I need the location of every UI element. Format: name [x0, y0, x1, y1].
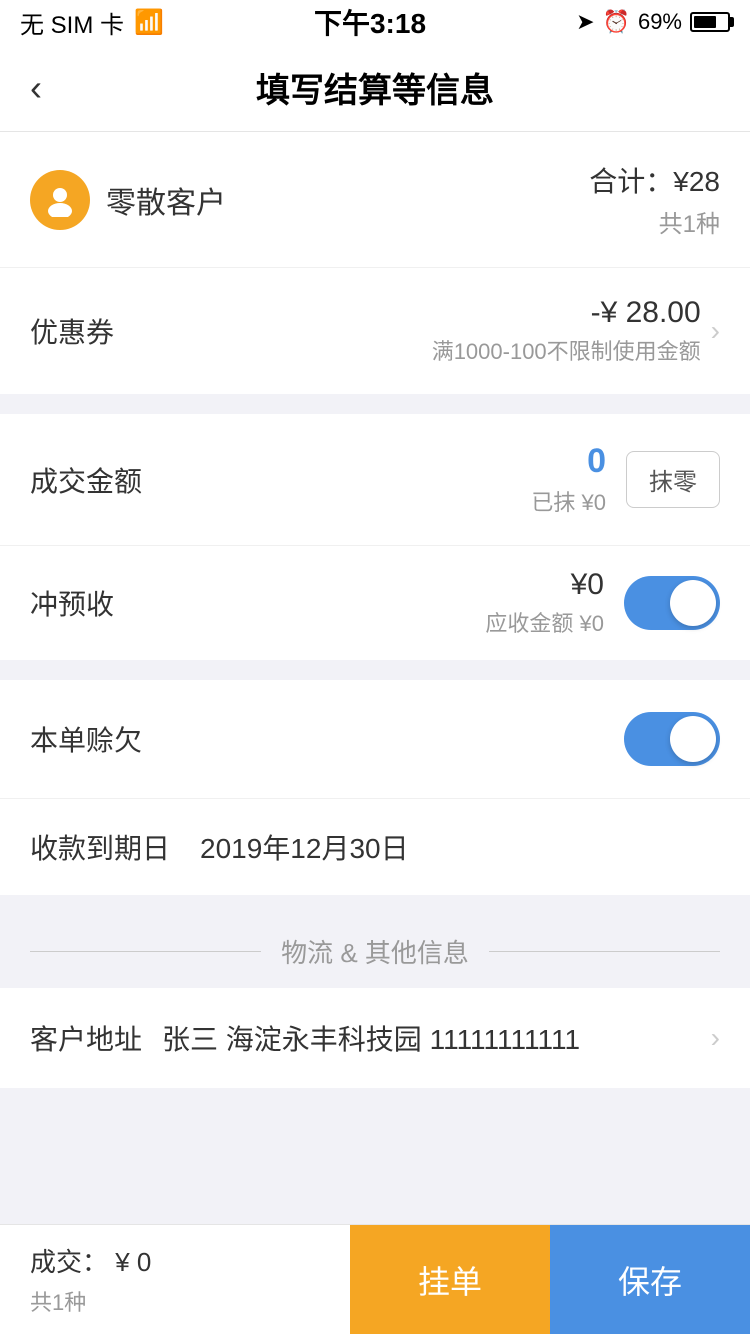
deal-prefix: 成交： [30, 1247, 108, 1277]
bottom-bar: 成交： ¥ 0 共1种 挂单 保存 [0, 1224, 750, 1334]
content-area: 零散客户 合计：¥28 共1种 优惠券 -¥ 28.00 满1000-100不限… [0, 132, 750, 1208]
transaction-right: 0 已抹 ¥0 抹零 [531, 442, 720, 517]
debt-section: 本单赊欠 收款到期日 2019年12月30日 [0, 680, 750, 895]
address-section: 客户地址 张三 海淀永丰科技园 11111111111 › [0, 988, 750, 1088]
battery-fill [694, 16, 716, 28]
page-title: 填写结算等信息 [256, 63, 494, 112]
customer-row: 零散客户 合计：¥28 共1种 [0, 132, 750, 268]
prepay-info: ¥0 应收金额 ¥0 [485, 568, 604, 638]
coupon-description: 满1000-100不限制使用金额 [432, 334, 701, 366]
logistics-line-right [489, 951, 720, 952]
logistics-label: 物流 & 其他信息 [261, 933, 489, 970]
divider-1 [0, 394, 750, 414]
transaction-label: 成交金额 [30, 460, 142, 500]
bottom-count: 共1种 [30, 1285, 320, 1317]
wifi-icon: 📶 [134, 8, 164, 37]
address-label: 客户地址 [30, 1018, 142, 1058]
address-row[interactable]: 客户地址 张三 海淀永丰科技园 11111111111 › [0, 988, 750, 1088]
battery-icon [690, 12, 730, 32]
logistics-divider [0, 895, 750, 915]
transaction-amount-block: 0 已抹 ¥0 [531, 442, 606, 517]
toggle-knob [670, 580, 716, 626]
duedate-value: 2019年12月30日 [200, 827, 409, 867]
total-label: 合计：¥28 [589, 160, 720, 200]
coupon-discount: -¥ 28.00 [432, 296, 701, 330]
address-chevron-icon: › [711, 1022, 720, 1054]
bottom-deal-row: 成交： ¥ 0 [30, 1242, 320, 1279]
duedate-row: 收款到期日 2019年12月30日 [0, 798, 750, 895]
coupon-label: 优惠券 [30, 311, 114, 351]
prepay-row: 冲预收 ¥0 应收金额 ¥0 [0, 545, 750, 660]
duedate-label: 收款到期日 [30, 827, 170, 867]
transaction-sub: 已抹 ¥0 [531, 485, 606, 517]
coupon-chevron-icon: › [711, 315, 720, 347]
debt-toggle[interactable] [624, 712, 720, 766]
status-time: 下午3:18 [314, 2, 426, 42]
prepay-sub: 应收金额 ¥0 [485, 606, 604, 638]
transaction-section: 成交金额 0 已抹 ¥0 抹零 冲预收 ¥0 应收金额 ¥0 [0, 414, 750, 660]
transaction-amount[interactable]: 0 [531, 442, 606, 481]
customer-name: 零散客户 [106, 178, 226, 222]
alarm-icon: ⏰ [603, 9, 630, 35]
address-value: 张三 海淀永丰科技园 11111111111 [162, 1018, 711, 1058]
status-left: 无 SIM 卡 📶 [20, 5, 164, 40]
deal-amount: ¥ 0 [115, 1247, 151, 1277]
prepay-label: 冲预收 [30, 583, 114, 623]
location-icon: ➤ [576, 9, 594, 35]
coupon-right: -¥ 28.00 满1000-100不限制使用金额 › [432, 296, 720, 366]
round-button[interactable]: 抹零 [626, 451, 720, 508]
pending-button[interactable]: 挂单 [350, 1225, 550, 1334]
avatar [30, 170, 90, 230]
customer-left: 零散客户 [30, 170, 226, 230]
logistics-line-left [30, 951, 261, 952]
logistics-header: 物流 & 其他信息 [0, 915, 750, 988]
battery-percent: 69% [638, 9, 682, 35]
save-button[interactable]: 保存 [550, 1225, 750, 1334]
debt-row: 本单赊欠 [0, 680, 750, 798]
prepay-toggle[interactable] [624, 576, 720, 630]
divider-2 [0, 660, 750, 680]
debt-toggle-knob [670, 716, 716, 762]
status-bar: 无 SIM 卡 📶 下午3:18 ➤ ⏰ 69% [0, 0, 750, 44]
prepay-right: ¥0 应收金额 ¥0 [485, 568, 720, 638]
transaction-row: 成交金额 0 已抹 ¥0 抹零 [0, 414, 750, 545]
status-right: ➤ ⏰ 69% [576, 9, 730, 35]
debt-label: 本单赊欠 [30, 719, 142, 759]
bottom-info: 成交： ¥ 0 共1种 [0, 1242, 350, 1317]
nav-bar: ‹ 填写结算等信息 [0, 44, 750, 132]
customer-right: 合计：¥28 共1种 [589, 160, 720, 239]
no-sim-text: 无 SIM 卡 [20, 5, 124, 40]
coupon-info: -¥ 28.00 满1000-100不限制使用金额 [432, 296, 701, 366]
customer-section: 零散客户 合计：¥28 共1种 优惠券 -¥ 28.00 满1000-100不限… [0, 132, 750, 394]
prepay-amount: ¥0 [485, 568, 604, 602]
total-count: 共1种 [589, 204, 720, 239]
coupon-row[interactable]: 优惠券 -¥ 28.00 满1000-100不限制使用金额 › [0, 268, 750, 394]
back-button[interactable]: ‹ [30, 67, 42, 109]
